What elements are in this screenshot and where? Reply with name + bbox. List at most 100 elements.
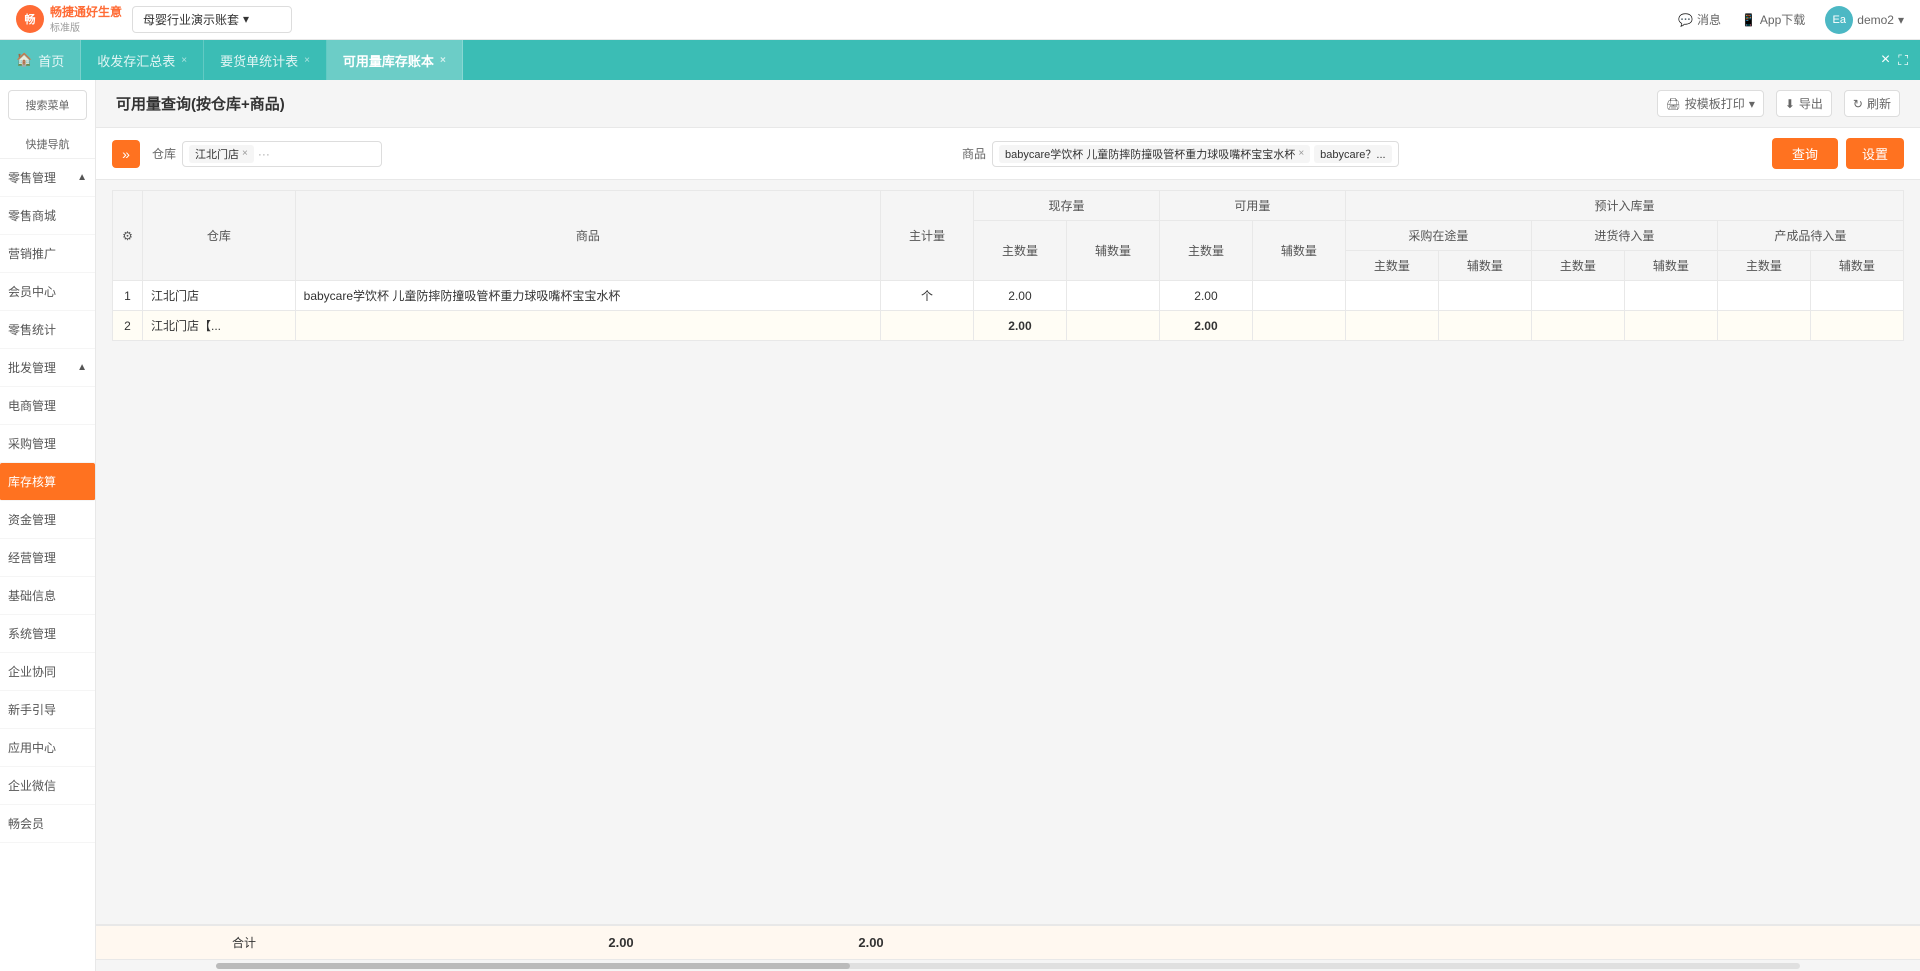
table-row: 1 江北门店 babycare学饮杯 儿童防摔防撞吸管杯重力球吸嘴杯宝宝水杯 个… <box>113 281 1904 311</box>
pp-main-header: 主数量 <box>1717 251 1810 281</box>
forecast-header: 预计入库量 <box>1345 191 1903 221</box>
remove-product-tag-1[interactable]: × <box>1298 148 1304 159</box>
export-icon: ⬇ <box>1785 97 1795 111</box>
sidebar-item-app-center[interactable]: 应用中心 <box>0 729 95 767</box>
sidebar: 搜索菜单 快捷导航 零售管理 ▲ 零售商城 营销推广 会员中心 零售统计 批发管… <box>0 80 96 971</box>
sidebar-item-system-mgmt[interactable]: 系统管理 <box>0 615 95 653</box>
pp-sub-1 <box>1810 281 1903 311</box>
close-tab-receive-summary[interactable]: × <box>181 55 187 66</box>
warehouse-tag-input[interactable]: 江北门店 × ··· <box>182 141 382 167</box>
content-area: 可用量查询(按仓库+商品) 🖨 按模板打印 ▾ ⬇ 导出 ↻ 刷新 » <box>96 80 1920 971</box>
main-unit-1: 个 <box>881 281 974 311</box>
sidebar-item-retail-mgmt[interactable]: 零售管理 ▲ <box>0 159 95 197</box>
gear-header: ⚙ <box>113 191 143 281</box>
pt-sub-1 <box>1438 281 1531 311</box>
pt-main-2 <box>1345 311 1438 341</box>
refresh-btn[interactable]: ↻ 刷新 <box>1844 90 1900 117</box>
close-tab-order-stats[interactable]: × <box>304 55 310 66</box>
footer-available-total: 2.00 <box>858 935 883 950</box>
app-download-btn[interactable]: 📱 App下载 <box>1741 11 1805 28</box>
warehouse-2: 江北门店【... <box>143 311 296 341</box>
close-tab-available-inventory[interactable]: × <box>440 55 446 66</box>
app-icon: 📱 <box>1741 13 1756 27</box>
available-sub-2 <box>1252 311 1345 341</box>
stock-sub-1 <box>1066 281 1159 311</box>
ip-main-1 <box>1531 281 1624 311</box>
incoming-pending-header: 进货待入量 <box>1531 221 1717 251</box>
template-print-btn[interactable]: 🖨 按模板打印 ▾ <box>1657 90 1764 117</box>
sidebar-search-area: 搜索菜单 <box>0 80 95 130</box>
remove-warehouse-tag[interactable]: × <box>242 148 248 159</box>
scrollbar-thumb[interactable] <box>216 963 850 969</box>
nav-tabs: 🏠 首页 收发存汇总表 × 要货单统计表 × 可用量库存账本 × × ⛶ <box>0 40 1920 80</box>
filter-expand-btn[interactable]: » <box>112 140 140 168</box>
close-all-tabs[interactable]: × <box>1881 51 1890 69</box>
product-2 <box>295 311 880 341</box>
user-menu[interactable]: Ea demo2 ▾ <box>1825 6 1904 34</box>
refresh-icon: ↻ <box>1853 97 1863 111</box>
wholesale-arrow-icon: ▲ <box>77 362 87 373</box>
logo-area: 畅 畅捷通好生意 标准版 <box>16 5 122 34</box>
inventory-table: ⚙ 仓库 商品 主计量 现存量 可用量 预计入库量 主数量 辅数量 主数量 辅数… <box>112 190 1904 341</box>
table-header-row-1: ⚙ 仓库 商品 主计量 现存量 可用量 预计入库量 <box>113 191 1904 221</box>
stock-sub-header: 辅数量 <box>1066 221 1159 281</box>
tab-home[interactable]: 🏠 首页 <box>0 40 81 80</box>
sidebar-item-retail-stats[interactable]: 零售统计 <box>0 311 95 349</box>
product-header: 商品 <box>295 191 880 281</box>
industry-select[interactable]: 母婴行业演示账套 ▾ <box>132 6 292 33</box>
sidebar-item-member-club[interactable]: 畅会员 <box>0 805 95 843</box>
top-bar-right: 💬 消息 📱 App下载 Ea demo2 ▾ <box>1678 6 1904 34</box>
available-sub-header: 辅数量 <box>1252 221 1345 281</box>
chevron-down-icon: ▾ <box>243 12 249 26</box>
main-unit-2 <box>881 311 974 341</box>
pt-sub-header: 辅数量 <box>1438 251 1531 281</box>
sidebar-item-retail-shop[interactable]: 零售商城 <box>0 197 95 235</box>
warehouse-more-dots: ··· <box>258 147 270 161</box>
sidebar-item-marketing[interactable]: 营销推广 <box>0 235 95 273</box>
product-tag-2: babycare？... <box>1314 145 1391 163</box>
product-tag-input[interactable]: babycare学饮杯 儿童防摔防撞吸管杯重力球吸嘴杯宝宝水杯 × babyca… <box>992 141 1399 167</box>
sidebar-item-ops-mgmt[interactable]: 经营管理 <box>0 539 95 577</box>
sidebar-item-ecommerce-mgmt[interactable]: 电商管理 <box>0 387 95 425</box>
top-bar: 畅 畅捷通好生意 标准版 母婴行业演示账套 ▾ 💬 消息 📱 App下载 Ea … <box>0 0 1920 40</box>
tab-available-inventory[interactable]: 可用量库存账本 × <box>327 40 463 80</box>
sidebar-item-new-guide[interactable]: 新手引导 <box>0 691 95 729</box>
row-num-1: 1 <box>113 281 143 311</box>
settings-btn[interactable]: 设置 <box>1846 138 1904 169</box>
export-btn[interactable]: ⬇ 导出 <box>1776 90 1832 117</box>
sidebar-item-enterprise-wechat[interactable]: 企业微信 <box>0 767 95 805</box>
table-wrapper: ⚙ 仓库 商品 主计量 现存量 可用量 预计入库量 主数量 辅数量 主数量 辅数… <box>96 180 1920 924</box>
logo-sub: 标准版 <box>50 19 122 34</box>
ip-sub-1 <box>1624 281 1717 311</box>
query-btn[interactable]: 查询 <box>1772 138 1838 169</box>
avatar: Ea <box>1825 6 1853 34</box>
tab-order-stats[interactable]: 要货单统计表 × <box>204 40 327 80</box>
product-tag-1: babycare学饮杯 儿童防摔防撞吸管杯重力球吸嘴杯宝宝水杯 × <box>999 145 1310 163</box>
sidebar-item-basic-info[interactable]: 基础信息 <box>0 577 95 615</box>
available-main-2: 2.00 <box>1159 311 1252 341</box>
pt-main-header: 主数量 <box>1345 251 1438 281</box>
search-menu-btn[interactable]: 搜索菜单 <box>8 90 87 120</box>
sidebar-item-purchase-mgmt[interactable]: 采购管理 <box>0 425 95 463</box>
sidebar-item-wholesale-mgmt[interactable]: 批发管理 ▲ <box>0 349 95 387</box>
message-btn[interactable]: 💬 消息 <box>1678 11 1721 28</box>
sidebar-quick-nav[interactable]: 快捷导航 <box>0 130 95 159</box>
warehouse-filter-group: 仓库 江北门店 × ··· <box>152 141 950 167</box>
tab-receive-summary[interactable]: 收发存汇总表 × <box>81 40 204 80</box>
table-row: 2 江北门店【... 2.00 2.00 <box>113 311 1904 341</box>
sidebar-item-inventory-check[interactable]: 库存核算 <box>0 463 95 501</box>
horizontal-scrollbar[interactable] <box>216 963 1800 969</box>
fullscreen-btn[interactable]: ⛶ <box>1898 52 1908 69</box>
logo-text: 畅捷通好生意 <box>50 5 122 19</box>
pp-sub-header: 辅数量 <box>1810 251 1903 281</box>
sidebar-item-finance-mgmt[interactable]: 资金管理 <box>0 501 95 539</box>
sidebar-item-member-center[interactable]: 会员中心 <box>0 273 95 311</box>
purchase-transit-header: 采购在途量 <box>1345 221 1531 251</box>
available-main-header: 主数量 <box>1159 221 1252 281</box>
warehouse-1: 江北门店 <box>143 281 296 311</box>
filter-bar: » 仓库 江北门店 × ··· 商品 babycare学饮杯 儿童防摔防撞吸管杯… <box>96 128 1920 180</box>
main-layout: 搜索菜单 快捷导航 零售管理 ▲ 零售商城 营销推广 会员中心 零售统计 批发管… <box>0 80 1920 971</box>
sidebar-item-enterprise-collab[interactable]: 企业协同 <box>0 653 95 691</box>
stock-main-1: 2.00 <box>973 281 1066 311</box>
user-chevron-icon: ▾ <box>1898 13 1904 27</box>
